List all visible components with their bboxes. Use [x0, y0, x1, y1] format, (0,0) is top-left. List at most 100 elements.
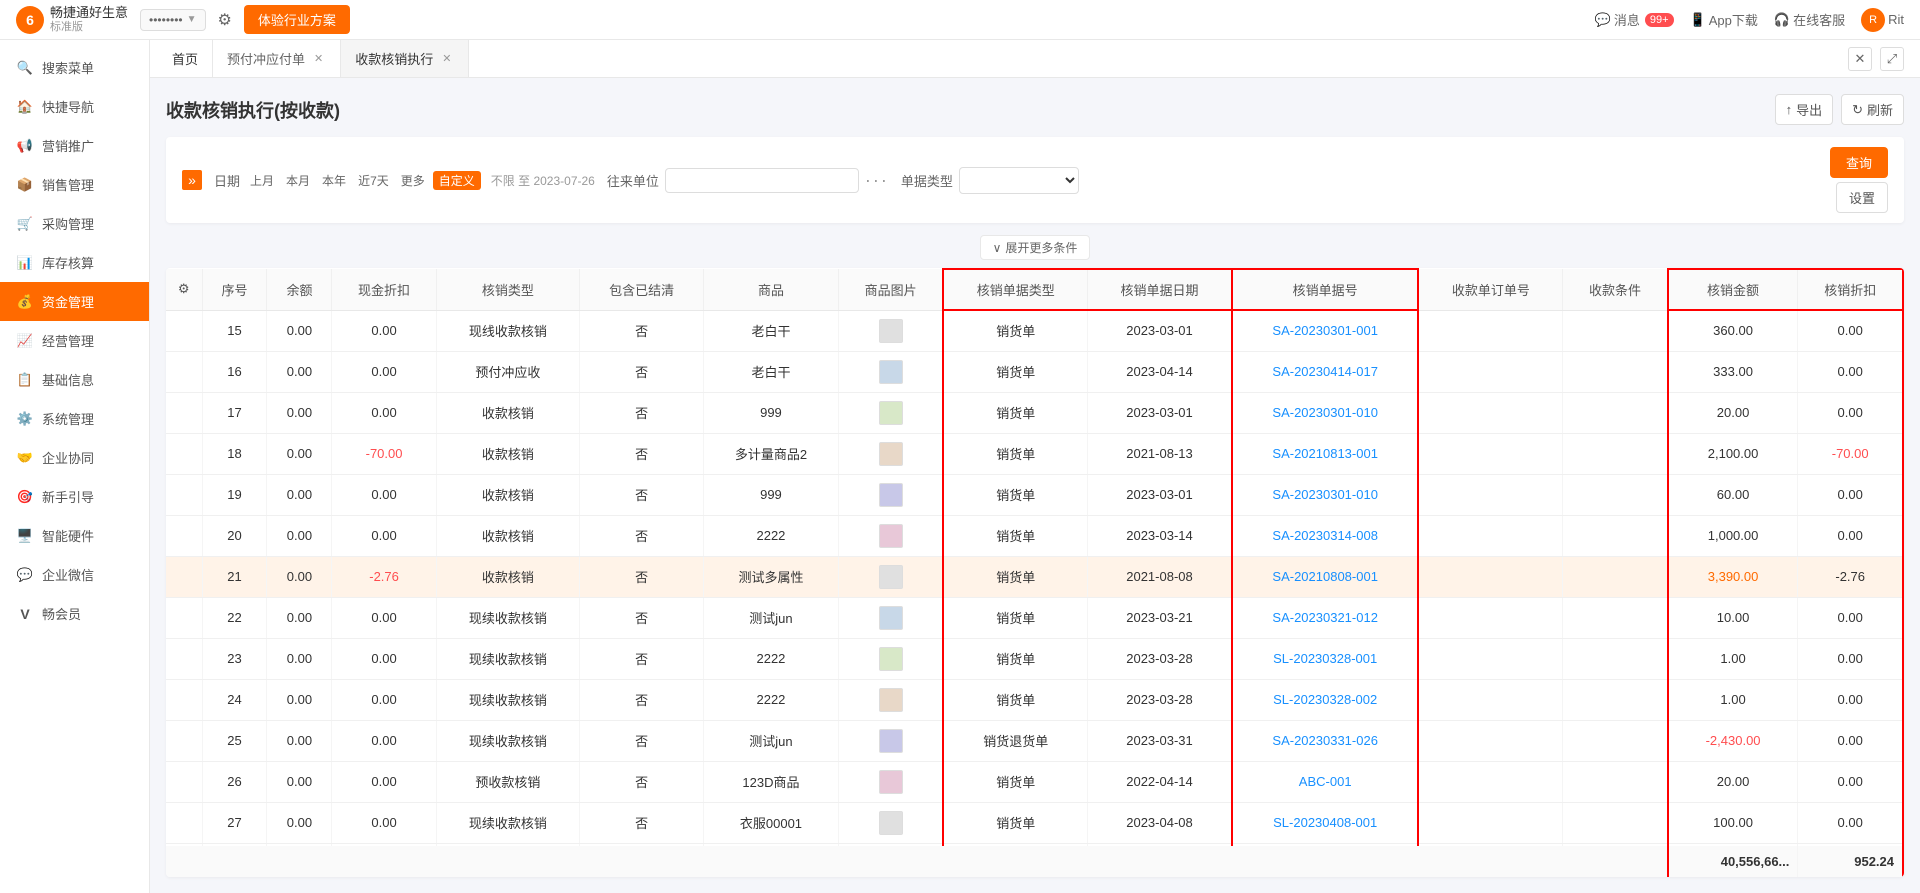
- bill-no-link[interactable]: SA-20230414-017: [1272, 364, 1378, 379]
- table-footer: 40,556,66... 952.24: [166, 845, 1903, 877]
- sidebar-item-guide[interactable]: 🎯 新手引导: [0, 477, 149, 516]
- tab-receivable-close[interactable]: ✕: [439, 51, 454, 66]
- cell-balance: 0.00: [267, 597, 332, 638]
- bill-no-link[interactable]: ABC-001: [1299, 774, 1352, 789]
- bill-no-link[interactable]: SL-20230328-002: [1273, 692, 1377, 707]
- sidebar-item-enterprise[interactable]: 🤝 企业协同: [0, 438, 149, 477]
- filter-settings-button[interactable]: 设置: [1836, 182, 1888, 213]
- sidebar-item-quicknav[interactable]: 🏠 快捷导航: [0, 87, 149, 126]
- date-filter-label: 日期: [214, 171, 240, 190]
- cell-gear: [166, 515, 202, 556]
- tab-prepay[interactable]: 预付冲应付单 ✕: [213, 40, 341, 77]
- cell-cash-discount: 0.00: [332, 392, 436, 433]
- cell-receipt-order-no: [1418, 802, 1562, 843]
- bill-no-link[interactable]: SA-20230321-012: [1272, 610, 1378, 625]
- cell-writeoff-bill-date: 2023-04-14: [1088, 351, 1232, 392]
- filter-expand-button[interactable]: »: [182, 170, 202, 190]
- cell-writeoff-discount: -70.00: [1798, 433, 1903, 474]
- date-opt-7days[interactable]: 近7天: [354, 171, 393, 190]
- cell-goods: 老白干: [704, 310, 839, 351]
- sidebar-item-label: 资金管理: [42, 292, 94, 311]
- sidebar-item-purchase[interactable]: 🛒 采购管理: [0, 204, 149, 243]
- sidebar-item-label: 基础信息: [42, 370, 94, 389]
- cell-writeoff-bill-type: 销货退货单: [943, 720, 1087, 761]
- cell-seq: 19: [202, 474, 267, 515]
- sidebar-item-hardware[interactable]: 🖥️ 智能硬件: [0, 516, 149, 555]
- date-opt-this-year[interactable]: 本年: [318, 171, 350, 190]
- user-item[interactable]: R Rit: [1861, 8, 1904, 32]
- tab-expand-button[interactable]: ⤢: [1880, 47, 1904, 71]
- cell-writeoff-amount: 20.00: [1668, 392, 1798, 433]
- date-opt-more[interactable]: 更多: [397, 171, 429, 190]
- bill-no-link[interactable]: SA-20210808-001: [1272, 569, 1378, 584]
- cell-goods-image: [838, 433, 943, 474]
- bill-no-link[interactable]: SA-20230301-010: [1272, 487, 1378, 502]
- query-button[interactable]: 查询: [1830, 147, 1888, 178]
- cell-writeoff-amount: 1,000.00: [1668, 515, 1798, 556]
- online-service-item[interactable]: 🎧 在线客服: [1774, 10, 1845, 29]
- sidebar-item-marketing[interactable]: 📢 营销推广: [0, 126, 149, 165]
- export-button[interactable]: ↑ 导出: [1775, 94, 1834, 125]
- filter-bar: » 日期 上月 本月 本年 近7天 更多 自定义 不限 至 2023-07-26: [166, 137, 1904, 223]
- cell-receipt-order-no: [1418, 515, 1562, 556]
- sidebar-item-system[interactable]: ⚙️ 系统管理: [0, 399, 149, 438]
- sidebar-item-inventory[interactable]: 📊 库存核算: [0, 243, 149, 282]
- sidebar-item-finance[interactable]: 💰 资金管理: [0, 282, 149, 321]
- cell-writeoff-amount: 360.00: [1668, 310, 1798, 351]
- bill-no-link[interactable]: SA-20230314-008: [1272, 528, 1378, 543]
- date-opt-last-month[interactable]: 上月: [246, 171, 278, 190]
- bill-no-link[interactable]: SA-20230301-001: [1272, 323, 1378, 338]
- settings-gear-icon[interactable]: ⚙: [218, 10, 232, 30]
- counterpart-input[interactable]: [665, 168, 859, 193]
- cell-writeoff-bill-type: 销货单: [943, 556, 1087, 597]
- voucher-type-select[interactable]: [959, 167, 1079, 194]
- th-goods-image: 商品图片: [838, 269, 943, 310]
- cell-seq: 20: [202, 515, 267, 556]
- tab-home[interactable]: 首页: [158, 40, 213, 77]
- date-opt-custom[interactable]: 自定义: [433, 171, 481, 190]
- cell-writeoff-bill-no: SL-20230408-001: [1232, 802, 1419, 843]
- footer-writeoff-discount: 952.24: [1798, 845, 1903, 877]
- th-gear[interactable]: ⚙: [166, 269, 202, 310]
- cell-receipt-condition: [1563, 638, 1668, 679]
- sidebar-item-label: 经营管理: [42, 331, 94, 350]
- message-item[interactable]: 💬 消息 99+: [1595, 10, 1674, 29]
- sidebar-item-search[interactable]: 🔍 搜索菜单: [0, 48, 149, 87]
- sidebar-item-basic[interactable]: 📋 基础信息: [0, 360, 149, 399]
- date-opt-this-month[interactable]: 本月: [282, 171, 314, 190]
- chevron-down-icon: ▼: [187, 14, 197, 25]
- bill-no-link[interactable]: SA-20230331-026: [1272, 733, 1378, 748]
- footer-empty: [166, 845, 1668, 877]
- bill-no-link[interactable]: SA-20230301-010: [1272, 405, 1378, 420]
- solution-button[interactable]: 体验行业方案: [244, 5, 350, 34]
- bill-no-link[interactable]: SA-20210813-001: [1272, 446, 1378, 461]
- tab-receivable[interactable]: 收款核销执行 ✕: [341, 40, 469, 77]
- cell-writeoff-amount: -2,430.00: [1668, 720, 1798, 761]
- app-download-item[interactable]: 📱 App下载: [1690, 10, 1758, 29]
- cell-cash-discount: 0.00: [332, 597, 436, 638]
- cell-goods-image: [838, 638, 943, 679]
- cell-goods-image: [838, 597, 943, 638]
- table-row: 19 0.00 0.00 收款核销 否 999 销货单 2023-03-01 S…: [166, 474, 1903, 515]
- tab-prepay-close[interactable]: ✕: [311, 51, 326, 66]
- sidebar-item-business[interactable]: 📈 经营管理: [0, 321, 149, 360]
- sidebar-item-sales[interactable]: 📦 销售管理: [0, 165, 149, 204]
- bill-no-link[interactable]: SL-20230328-001: [1273, 651, 1377, 666]
- sidebar-item-label: 新手引导: [42, 487, 94, 506]
- refresh-button[interactable]: ↻ 刷新: [1841, 94, 1904, 125]
- sidebar-item-member[interactable]: V 畅会员: [0, 594, 149, 633]
- bill-no-link[interactable]: SL-20230408-001: [1273, 815, 1377, 830]
- purchase-icon: 🛒: [16, 216, 34, 232]
- table-row: 24 0.00 0.00 现续收款核销 否 2222 销货单 2023-03-2…: [166, 679, 1903, 720]
- sidebar-item-wechat[interactable]: 💬 企业微信: [0, 555, 149, 594]
- tab-close-button[interactable]: ✕: [1848, 47, 1872, 71]
- cell-cash-discount: 0.00: [332, 802, 436, 843]
- cell-writeoff-bill-date: 2023-03-01: [1088, 474, 1232, 515]
- cell-cash-discount: 0.00: [332, 761, 436, 802]
- logo-area: 6 畅捷通好生意 标准版: [16, 5, 128, 34]
- th-writeoff-discount: 核销折扣: [1798, 269, 1903, 310]
- expand-more-button[interactable]: ∨ 展开更多条件: [980, 235, 1091, 260]
- table-container[interactable]: ⚙ 序号 余额 现金折扣 核销类型 包含已结清 商品 商品图片 核销单据类型 核…: [166, 268, 1904, 877]
- company-selector[interactable]: •••••••• ▼: [140, 9, 206, 31]
- system-icon: ⚙️: [16, 411, 34, 427]
